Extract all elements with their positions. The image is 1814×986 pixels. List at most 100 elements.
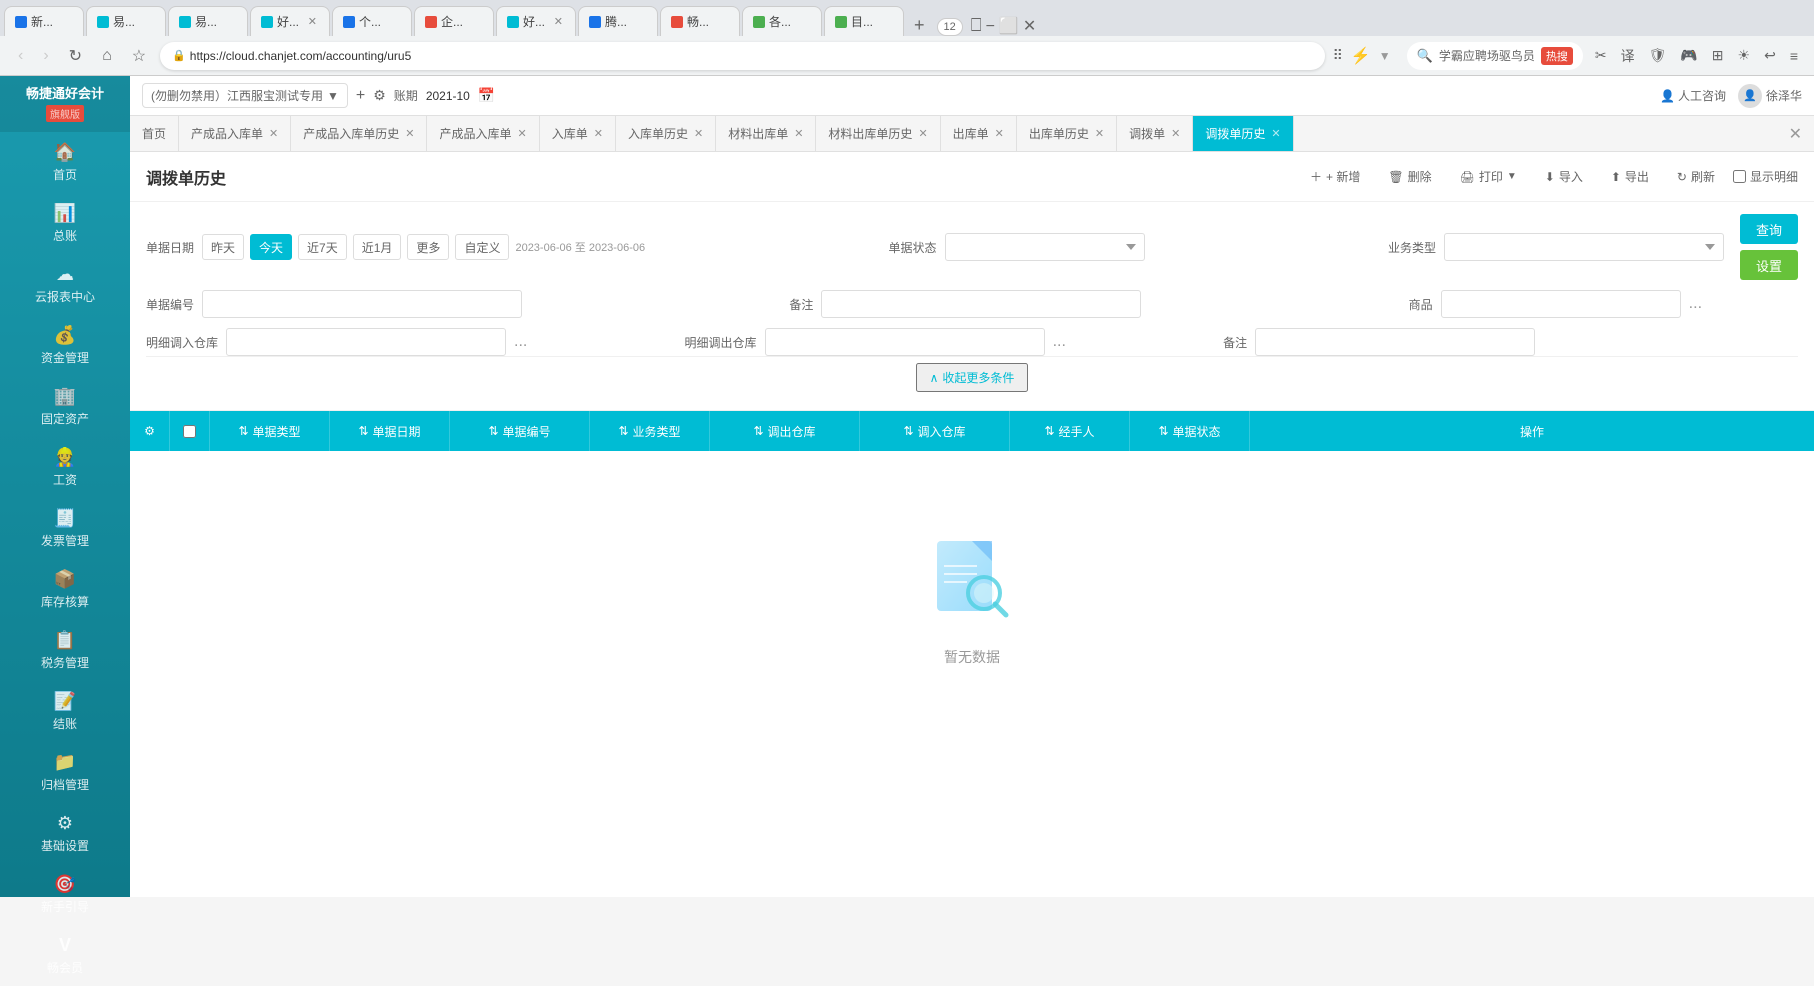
th-biz-type[interactable]: ⇅ 业务类型 <box>590 411 710 451</box>
home-button[interactable]: ⌂ <box>96 45 118 67</box>
company-settings-icon[interactable]: ⚙ <box>373 87 386 104</box>
page-tab-9[interactable]: 出库单历史 ✕ <box>1017 116 1117 152</box>
forward-button[interactable]: › <box>37 45 54 67</box>
detail-out-ellipsis[interactable]: ... <box>1053 333 1066 351</box>
back-button[interactable]: ‹ <box>12 45 29 67</box>
sidebar-item-invoice[interactable]: 🧾 发票管理 <box>0 498 130 559</box>
status-select[interactable] <box>945 233 1145 261</box>
minimize-icon[interactable]: − <box>986 18 995 36</box>
remark-input[interactable] <box>821 290 1141 318</box>
display-detail-checkbox[interactable]: 显示明细 <box>1733 168 1798 185</box>
reload-button[interactable]: ↻ <box>63 44 88 68</box>
th-date[interactable]: ⇅ 单据日期 <box>330 411 450 451</box>
custom-btn[interactable]: 自定义 <box>455 234 509 260</box>
search-bar[interactable]: 🔍 学霸应聘场驱鸟员 热搜 <box>1407 42 1583 70</box>
sidebar-item-settings[interactable]: ⚙ 基础设置 <box>0 803 130 864</box>
page-tab-10[interactable]: 调拨单 ✕ <box>1117 116 1193 152</box>
browser-tab-1[interactable]: 新... <box>4 6 84 36</box>
th-doc-type[interactable]: ⇅ 单据类型 <box>210 411 330 451</box>
detail-out-input[interactable] <box>765 328 1045 356</box>
tabs-close-all-button[interactable]: ✕ <box>1777 124 1814 144</box>
number-input[interactable] <box>202 290 522 318</box>
calendar-icon[interactable]: 📅 <box>478 87 495 104</box>
browser-tab-4-close[interactable]: ✕ <box>306 15 319 28</box>
url-bar[interactable]: 🔒 https://cloud.chanjet.com/accounting/u… <box>160 42 1324 70</box>
sidebar-item-reports[interactable]: ☁ 云报表中心 <box>0 254 130 315</box>
sidebar-item-fixed-assets[interactable]: 🏢 固定资产 <box>0 376 130 437</box>
browser-tab-4[interactable]: 好... ✕ <box>250 6 330 36</box>
page-tab-1-close[interactable]: ✕ <box>269 127 278 140</box>
month-btn[interactable]: 近1月 <box>353 234 402 260</box>
page-tab-9-close[interactable]: ✕ <box>1095 127 1104 140</box>
add-company-button[interactable]: + <box>356 87 365 105</box>
th-number[interactable]: ⇅ 单据编号 <box>450 411 590 451</box>
new-tab-button[interactable]: + <box>906 15 933 36</box>
page-tab-8-close[interactable]: ✕ <box>995 127 1004 140</box>
setting-button[interactable]: 设置 <box>1740 250 1798 280</box>
goods-input[interactable] <box>1441 290 1681 318</box>
page-tab-7[interactable]: 材料出库单历史 ✕ <box>816 116 940 152</box>
page-tab-4[interactable]: 入库单 ✕ <box>540 116 616 152</box>
undo-icon[interactable]: ↩ <box>1760 45 1780 66</box>
theme-icon[interactable]: ☀ <box>1734 45 1755 66</box>
new-button[interactable]: ＋ + 新增 <box>1300 164 1370 189</box>
browser-tab-9[interactable]: 畅... <box>660 6 740 36</box>
browser-tab-7[interactable]: 好... ✕ <box>496 6 576 36</box>
sidebar-item-guide[interactable]: 🎯 新手引导 <box>0 864 130 925</box>
print-button[interactable]: 🖨 打印 ▼ <box>1450 164 1527 189</box>
maximize-icon[interactable]: ⬜ <box>999 16 1019 36</box>
browser-tab-3[interactable]: 易... <box>168 6 248 36</box>
browser-tab-11[interactable]: 目... <box>824 6 904 36</box>
sidebar-item-funds[interactable]: 💰 资金管理 <box>0 315 130 376</box>
detail-in-ellipsis[interactable]: ... <box>514 333 527 351</box>
yesterday-btn[interactable]: 昨天 <box>202 234 244 260</box>
sidebar-item-ledger[interactable]: 📊 总账 <box>0 193 130 254</box>
page-tab-2[interactable]: 产成品入库单历史 ✕ <box>291 116 427 152</box>
query-button[interactable]: 查询 <box>1740 214 1798 244</box>
th-in-warehouse[interactable]: ⇅ 调入仓库 <box>860 411 1010 451</box>
page-tab-10-close[interactable]: ✕ <box>1171 127 1180 140</box>
th-out-warehouse[interactable]: ⇅ 调出仓库 <box>710 411 860 451</box>
import-button[interactable]: ⬇ 导入 <box>1535 164 1593 189</box>
page-tab-4-close[interactable]: ✕ <box>594 127 603 140</box>
sidebar-item-payroll[interactable]: 👷 工资 <box>0 437 130 498</box>
bookmark-button[interactable]: ☆ <box>126 44 152 68</box>
browser-tab-6[interactable]: 企... <box>414 6 494 36</box>
delete-button[interactable]: 🗑 删除 <box>1378 164 1441 189</box>
menu-icon[interactable]: ≡ <box>1786 46 1802 66</box>
page-tab-1[interactable]: 产成品入库单 ✕ <box>179 116 291 152</box>
game-icon[interactable]: 🎮 <box>1676 45 1701 66</box>
sidebar-item-close-account[interactable]: 📝 结账 <box>0 681 130 742</box>
translate-icon[interactable]: 译 <box>1617 44 1639 68</box>
extensions-icon[interactable]: ⠿ <box>1333 47 1343 64</box>
page-tab-7-close[interactable]: ✕ <box>918 127 927 140</box>
page-tab-11[interactable]: 调拨单历史 ✕ <box>1193 116 1293 152</box>
biz-type-select[interactable] <box>1444 233 1724 261</box>
browser-tab-5[interactable]: 个... <box>332 6 412 36</box>
sidebar-item-archive[interactable]: 📁 归档管理 <box>0 742 130 803</box>
sidebar-item-inventory[interactable]: 📦 库存核算 <box>0 559 130 620</box>
page-tab-6-close[interactable]: ✕ <box>794 127 803 140</box>
th-handler[interactable]: ⇅ 经手人 <box>1010 411 1130 451</box>
display-detail-input[interactable] <box>1733 170 1746 183</box>
th-status[interactable]: ⇅ 单据状态 <box>1130 411 1250 451</box>
page-tab-11-close[interactable]: ✕ <box>1271 127 1280 140</box>
page-tab-3-close[interactable]: ✕ <box>518 127 527 140</box>
week-btn[interactable]: 近7天 <box>298 234 347 260</box>
refresh-button[interactable]: ↻ 刷新 <box>1667 164 1725 189</box>
sidebar-item-home[interactable]: 🏠 首页 <box>0 132 130 193</box>
remark2-input[interactable] <box>1255 328 1535 356</box>
export-button[interactable]: ⬆ 导出 <box>1601 164 1659 189</box>
goods-ellipsis[interactable]: ... <box>1689 295 1702 313</box>
shield-icon[interactable]: 🛡 <box>1645 45 1671 66</box>
dropdown-icon[interactable]: ▼ <box>1379 49 1391 63</box>
page-tab-3[interactable]: 产成品入库单 ✕ <box>427 116 539 152</box>
page-tab-8[interactable]: 出库单 ✕ <box>941 116 1017 152</box>
page-tab-6[interactable]: 材料出库单 ✕ <box>716 116 816 152</box>
more-btn[interactable]: 更多 <box>407 234 449 260</box>
company-selector[interactable]: (勿删勿禁用）江西服宝测试专用 ▼ <box>142 83 348 108</box>
select-all-checkbox[interactable] <box>183 425 196 438</box>
th-checkbox[interactable] <box>170 411 210 451</box>
browser-tab-10[interactable]: 各... <box>742 6 822 36</box>
browser-tab-2[interactable]: 易... <box>86 6 166 36</box>
